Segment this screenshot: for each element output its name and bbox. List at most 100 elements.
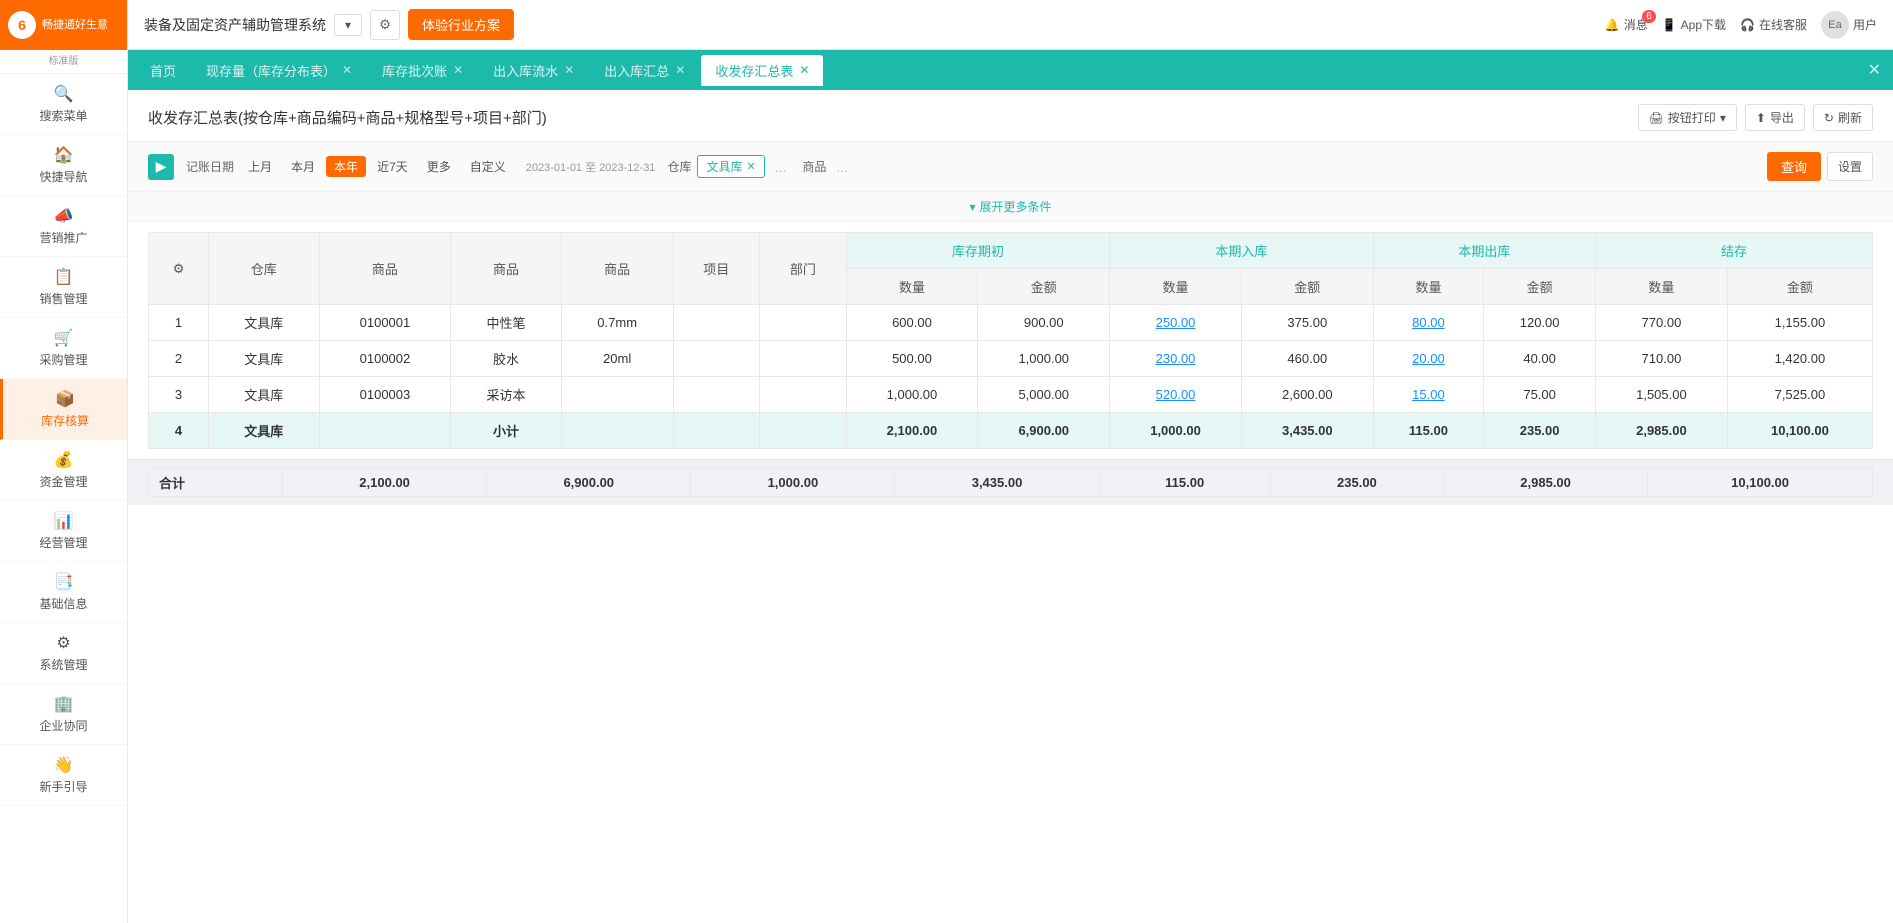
tab-summary[interactable]: 出入库汇总 ✕ (590, 55, 699, 86)
query-button[interactable]: 查询 (1767, 152, 1821, 181)
message-button[interactable]: 🔔 消息 6 (1605, 16, 1648, 33)
table-header-row1: ⚙ 仓库 商品 商品 商品 项目 部门 库存期初 本期入库 本期出库 结存 (149, 233, 1873, 269)
sidebar-item-finance-label: 资金管理 (39, 473, 87, 490)
warehouse-filter-more[interactable]: ... (771, 159, 791, 175)
filter-date-group: 记账日期 上月 本月 本年 近7天 更多 自定义 2023-01-01 至 20… (186, 156, 655, 177)
filter-date-label: 记账日期 (186, 158, 234, 175)
logo: 6 (8, 11, 36, 39)
tab-flow[interactable]: 出入库流水 ✕ (479, 55, 588, 86)
row-in-qty[interactable]: 230.00 (1110, 341, 1242, 377)
sidebar-edition-label: 标准版 (0, 50, 127, 74)
table-setting-button[interactable]: 设置 (1827, 152, 1873, 181)
system-dropdown[interactable]: ▾ (334, 14, 362, 36)
tab-batch[interactable]: 库存批次账 ✕ (368, 55, 477, 86)
col-settings-header[interactable]: ⚙ (149, 233, 209, 305)
online-service-button[interactable]: 🎧 在线客服 (1740, 16, 1807, 33)
row-out-qty-link[interactable]: 80.00 (1412, 315, 1445, 330)
date-btn-7days[interactable]: 近7天 (369, 156, 416, 177)
sidebar-item-quick[interactable]: 🏠 快捷导航 (0, 135, 127, 196)
tab-recv-summary[interactable]: 收发存汇总表 ✕ (701, 55, 823, 86)
row-out-qty[interactable]: 15.00 (1373, 377, 1484, 413)
sidebar-item-basic[interactable]: 📑 基础信息 (0, 562, 127, 623)
row-out-qty[interactable]: 80.00 (1373, 305, 1484, 341)
row-dept (760, 341, 847, 377)
row-in-qty[interactable]: 250.00 (1110, 305, 1242, 341)
app-download-button[interactable]: 📱 App下载 (1662, 16, 1726, 33)
col-opening-group-header: 库存期初 (846, 233, 1110, 269)
row-bal-qty: 770.00 (1596, 305, 1728, 341)
export-button[interactable]: ⬆ 导出 (1745, 104, 1805, 131)
row-project (673, 413, 760, 449)
date-btn-this-month[interactable]: 本月 (283, 156, 323, 177)
date-btn-custom[interactable]: 自定义 (462, 156, 514, 177)
total-table: 合计 2,100.00 6,900.00 1,000.00 3,435.00 1… (148, 468, 1873, 497)
date-btn-this-year[interactable]: 本年 (326, 156, 366, 177)
expand-filter-bar: ▾ 展开更多条件 (128, 192, 1893, 222)
print-label: 按钮打印 (1668, 109, 1716, 126)
sidebar-item-finance[interactable]: 💰 资金管理 (0, 440, 127, 501)
gear-icon: ⚙ (56, 633, 70, 653)
date-btn-more[interactable]: 更多 (419, 156, 459, 177)
col-open-amt-header: 金额 (978, 269, 1110, 305)
try-industry-button[interactable]: 体验行业方案 (408, 9, 514, 40)
tab-batch-label: 库存批次账 (382, 61, 447, 80)
row-out-qty-link[interactable]: 20.00 (1412, 351, 1445, 366)
tabbar-close-all[interactable]: ✕ (1868, 60, 1881, 80)
refresh-button[interactable]: ↻ 刷新 (1813, 104, 1873, 131)
sidebar-item-purchase[interactable]: 🛒 采购管理 (0, 318, 127, 379)
tab-summary-close[interactable]: ✕ (675, 63, 685, 77)
sidebar-item-operation[interactable]: 📊 经营管理 (0, 501, 127, 562)
row-code: 0100001 (319, 305, 451, 341)
page-header: 收发存汇总表(按仓库+商品编码+商品+规格型号+项目+部门) 🖨 按钮打印 ▾ … (128, 90, 1893, 142)
sidebar-item-search[interactable]: 🔍 搜索菜单 (0, 74, 127, 135)
row-name: 中性笔 (451, 305, 561, 341)
tab-recv-summary-label: 收发存汇总表 (715, 61, 793, 80)
sidebar-item-corp[interactable]: 🏢 企业协同 (0, 684, 127, 745)
total-bal-qty: 2,985.00 (1444, 469, 1648, 497)
expand-filters-button[interactable]: ▾ 展开更多条件 (969, 198, 1051, 215)
sidebar-item-newbie[interactable]: 👋 新手引导 (0, 745, 127, 806)
settings-button[interactable]: ⚙ (370, 10, 400, 40)
row-out-qty[interactable]: 20.00 (1373, 341, 1484, 377)
tab-home[interactable]: 首页 (136, 55, 190, 86)
row-name: 胶水 (451, 341, 561, 377)
box-icon: 📦 (55, 389, 75, 409)
tab-inventory-dist[interactable]: 现存量（库存分布表） ✕ (192, 55, 366, 86)
sidebar-item-newbie-label: 新手引导 (39, 778, 87, 795)
sidebar-item-marketing[interactable]: 📣 营销推广 (0, 196, 127, 257)
sidebar-item-inventory[interactable]: 📦 库存核算 (0, 379, 127, 440)
row-no: 4 (149, 413, 209, 449)
filter-toggle-button[interactable]: ▶ (148, 154, 174, 180)
col-bal-amt-header: 金额 (1727, 269, 1872, 305)
row-spec (561, 377, 673, 413)
print-button[interactable]: 🖨 按钮打印 ▾ (1638, 104, 1737, 131)
search-icon: 🔍 (54, 84, 74, 104)
row-in-qty-link[interactable]: 250.00 (1156, 315, 1196, 330)
row-in-qty-link[interactable]: 230.00 (1156, 351, 1196, 366)
row-in-qty[interactable]: 520.00 (1110, 377, 1242, 413)
goods-label: 商品 (802, 158, 826, 175)
tab-flow-close[interactable]: ✕ (564, 63, 574, 77)
row-in-qty-link[interactable]: 520.00 (1156, 387, 1196, 402)
row-bal-amt: 7,525.00 (1727, 377, 1872, 413)
sidebar-item-operation-label: 经营管理 (39, 534, 87, 551)
date-btn-last-month[interactable]: 上月 (240, 156, 280, 177)
tab-inventory-dist-close[interactable]: ✕ (342, 63, 352, 77)
warehouse-tag-remove[interactable]: ✕ (746, 160, 755, 173)
tab-recv-summary-close[interactable]: ✕ (799, 63, 809, 77)
row-dept (760, 377, 847, 413)
column-settings-icon[interactable]: ⚙ (173, 261, 185, 276)
row-open-amt: 1,000.00 (978, 341, 1110, 377)
row-spec (561, 413, 673, 449)
doc-icon: 📑 (54, 572, 74, 592)
user-button[interactable]: Ea 用户 (1821, 11, 1877, 39)
total-bal-amt: 10,100.00 (1648, 469, 1873, 497)
sidebar-item-sales[interactable]: 📋 销售管理 (0, 257, 127, 318)
row-out-qty-link[interactable]: 15.00 (1412, 387, 1445, 402)
tab-batch-close[interactable]: ✕ (453, 63, 463, 77)
row-no: 1 (149, 305, 209, 341)
goods-filter-more[interactable]: ... (832, 159, 852, 175)
total-open-amt: 6,900.00 (487, 469, 691, 497)
sidebar-item-system[interactable]: ⚙ 系统管理 (0, 623, 127, 684)
row-dept (760, 305, 847, 341)
